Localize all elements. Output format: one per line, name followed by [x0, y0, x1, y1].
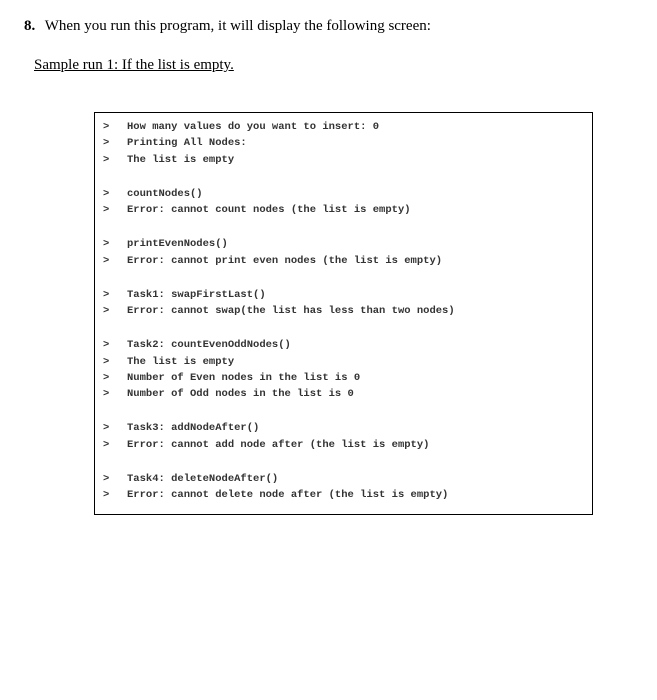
- console-line: >The list is empty: [101, 354, 586, 370]
- console-line: >Error: cannot print even nodes (the lis…: [101, 253, 586, 269]
- console-text: Error: cannot print even nodes (the list…: [121, 253, 586, 269]
- console-text: Error: cannot add node after (the list i…: [121, 437, 586, 453]
- prompt-symbol: >: [101, 202, 121, 218]
- console-text: How many values do you want to insert: 0: [121, 119, 586, 135]
- prompt-symbol: >: [101, 135, 121, 151]
- console-text: The list is empty: [121, 152, 586, 168]
- console-line: >Error: cannot swap(the list has less th…: [101, 303, 586, 319]
- prompt-symbol: >: [101, 152, 121, 168]
- prompt-symbol: >: [101, 386, 121, 402]
- prompt-symbol: >: [101, 420, 121, 436]
- block-separator: [101, 168, 586, 186]
- console-text: Error: cannot swap(the list has less tha…: [121, 303, 586, 319]
- console-text: countNodes(): [121, 186, 586, 202]
- console-text: Error: cannot count nodes (the list is e…: [121, 202, 586, 218]
- console-line: >Task4: deleteNodeAfter(): [101, 471, 586, 487]
- prompt-symbol: >: [101, 437, 121, 453]
- console-text: Printing All Nodes:: [121, 135, 586, 151]
- block-separator: [101, 319, 586, 337]
- console-output-box: >How many values do you want to insert: …: [94, 112, 593, 515]
- console-line: >Error: cannot delete node after (the li…: [101, 487, 586, 503]
- console-text: printEvenNodes(): [121, 236, 586, 252]
- console-text: Task1: swapFirstLast(): [121, 287, 586, 303]
- console-line: >Task2: countEvenOddNodes(): [101, 337, 586, 353]
- console-line: >printEvenNodes(): [101, 236, 586, 252]
- console-text: Number of Odd nodes in the list is 0: [121, 386, 586, 402]
- instruction-line: 8. When you run this program, it will di…: [24, 18, 633, 35]
- prompt-symbol: >: [101, 253, 121, 269]
- console-line: >Task3: addNodeAfter(): [101, 420, 586, 436]
- console-line: >The list is empty: [101, 152, 586, 168]
- console-line: >Printing All Nodes:: [101, 135, 586, 151]
- sample-run-title: Sample run 1: If the list is empty.: [34, 57, 633, 74]
- prompt-symbol: >: [101, 354, 121, 370]
- console-line: >Number of Even nodes in the list is 0: [101, 370, 586, 386]
- prompt-symbol: >: [101, 186, 121, 202]
- block-separator: [101, 453, 586, 471]
- console-line: >How many values do you want to insert: …: [101, 119, 586, 135]
- prompt-symbol: >: [101, 471, 121, 487]
- console-text: The list is empty: [121, 354, 586, 370]
- block-separator: [101, 402, 586, 420]
- instruction-text: When you run this program, it will displ…: [45, 18, 431, 34]
- prompt-symbol: >: [101, 236, 121, 252]
- console-line: >Task1: swapFirstLast(): [101, 287, 586, 303]
- block-separator: [101, 218, 586, 236]
- item-number: 8.: [24, 18, 35, 35]
- prompt-symbol: >: [101, 303, 121, 319]
- prompt-symbol: >: [101, 287, 121, 303]
- console-line: >Error: cannot add node after (the list …: [101, 437, 586, 453]
- prompt-symbol: >: [101, 370, 121, 386]
- console-line: >Error: cannot count nodes (the list is …: [101, 202, 586, 218]
- console-text: Task3: addNodeAfter(): [121, 420, 586, 436]
- prompt-symbol: >: [101, 487, 121, 503]
- prompt-symbol: >: [101, 119, 121, 135]
- console-line: >countNodes(): [101, 186, 586, 202]
- console-text: Error: cannot delete node after (the lis…: [121, 487, 586, 503]
- console-line: >Number of Odd nodes in the list is 0: [101, 386, 586, 402]
- block-separator: [101, 269, 586, 287]
- console-text: Task2: countEvenOddNodes(): [121, 337, 586, 353]
- console-text: Number of Even nodes in the list is 0: [121, 370, 586, 386]
- prompt-symbol: >: [101, 337, 121, 353]
- console-text: Task4: deleteNodeAfter(): [121, 471, 586, 487]
